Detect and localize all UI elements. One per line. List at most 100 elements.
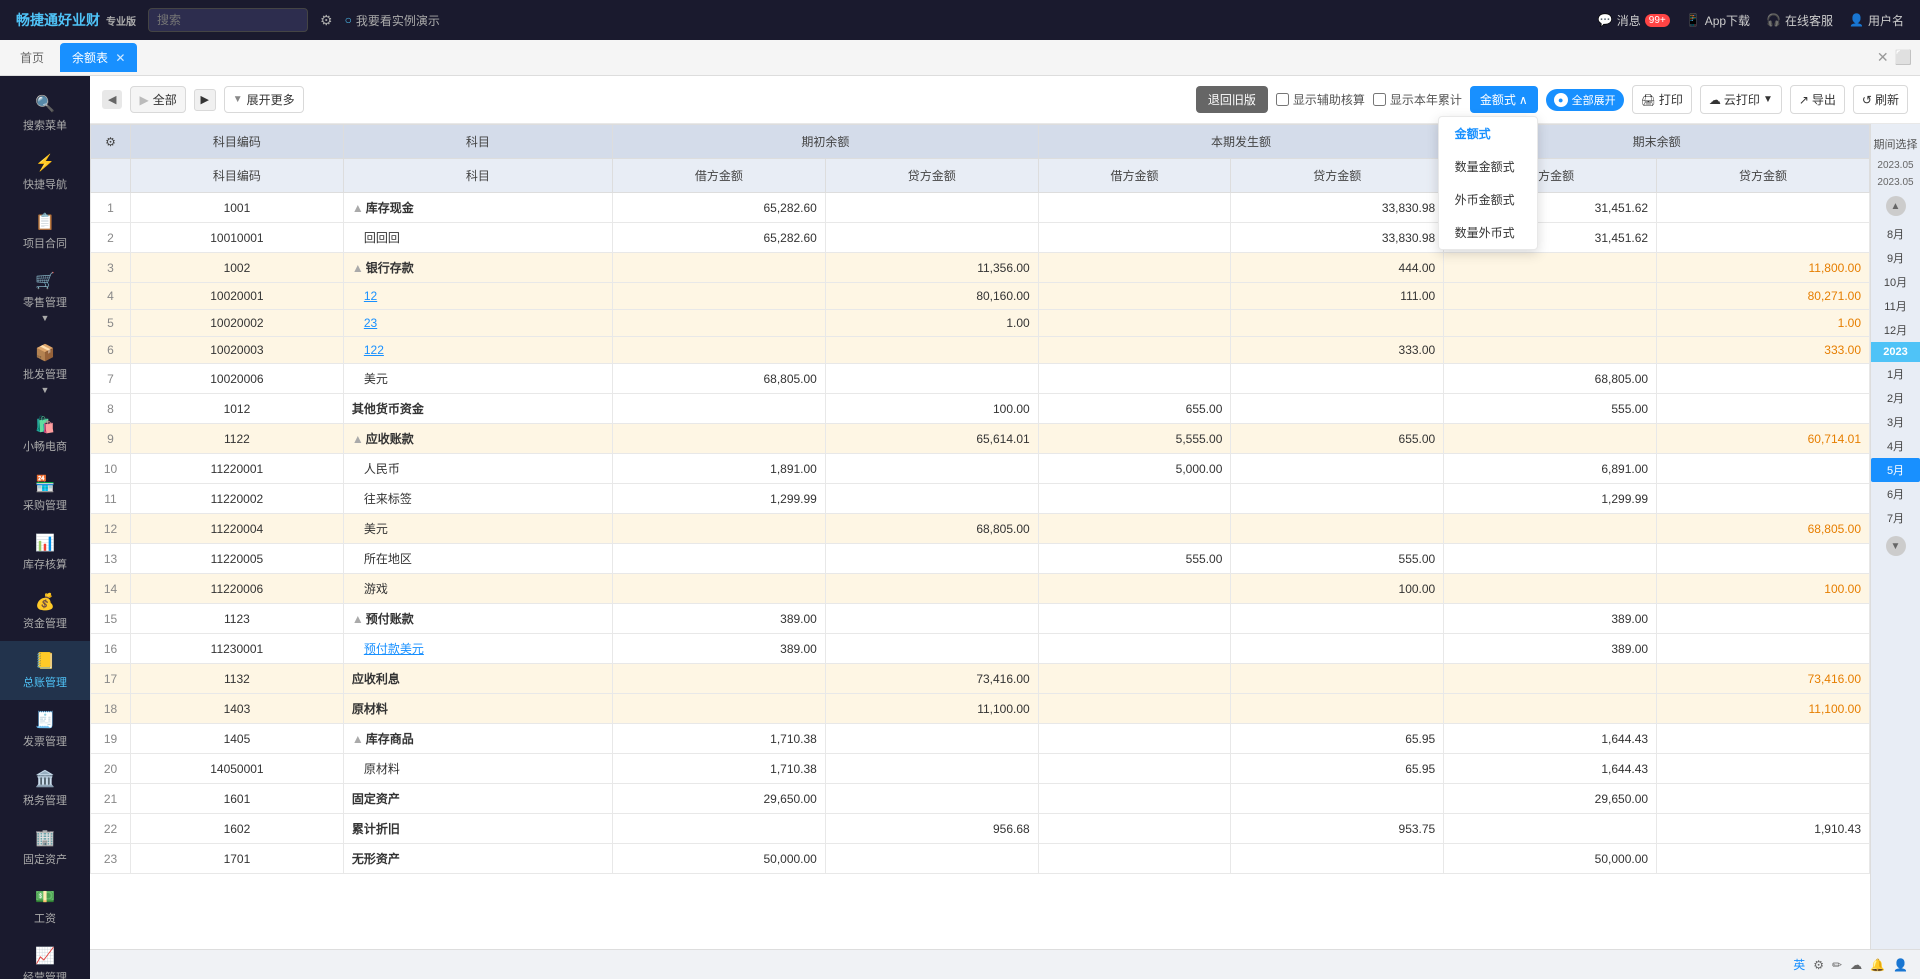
bottom-edit-icon[interactable]: ✏ xyxy=(1832,958,1842,972)
print-button[interactable]: 🖨 打印 xyxy=(1632,85,1692,114)
month-7[interactable]: 7月 xyxy=(1871,506,1920,530)
table-row: 14 11220006 游戏 100.00 100.00 xyxy=(91,574,1870,604)
demo-link[interactable]: ○ 我要看实例演示 xyxy=(345,12,440,29)
wholesale-icon: 📦 xyxy=(35,343,55,363)
sidebar-item-quick-nav[interactable]: ⚡ 快捷导航 xyxy=(0,143,90,202)
language-button[interactable]: 英 xyxy=(1793,956,1805,973)
month-4[interactable]: 4月 xyxy=(1871,434,1920,458)
mode-option-amount[interactable]: 金额式 xyxy=(1439,117,1537,150)
user-avatar[interactable]: 👤 用户名 xyxy=(1849,12,1904,29)
sidebar-item-wholesale[interactable]: 📦 批发管理 ▼ xyxy=(0,333,90,405)
th-name-sub: 科目 xyxy=(343,159,612,193)
ytd-checkbox-input[interactable] xyxy=(1373,93,1386,106)
tab-close-button[interactable]: ✕ xyxy=(115,51,125,65)
cell-code: 1405 xyxy=(131,724,344,754)
tab-balance-sheet[interactable]: 余额表 ✕ xyxy=(60,43,137,72)
mode-option-foreign-amount[interactable]: 外币金额式 xyxy=(1439,183,1537,216)
cell-curr-credit xyxy=(1231,514,1444,544)
cell-code: 1701 xyxy=(131,844,344,874)
column-settings-icon[interactable]: ⚙ xyxy=(105,135,116,149)
search-nav-arrow[interactable]: ▶ xyxy=(194,89,216,111)
cell-num: 3 xyxy=(91,253,131,283)
month-12[interactable]: 12月 xyxy=(1871,318,1920,342)
cell-open-credit: 68,805.00 xyxy=(825,514,1038,544)
message-button[interactable]: 💬 消息 99+ xyxy=(1598,12,1670,29)
mode-option-qty-foreign[interactable]: 数量外币式 xyxy=(1439,216,1537,249)
table-row: 3 1002 ▲银行存款 11,356.00 444.00 11,800.00 xyxy=(91,253,1870,283)
month-5[interactable]: 5月 xyxy=(1871,458,1920,482)
show-ytd-checkbox[interactable]: 显示本年累计 xyxy=(1373,91,1462,108)
month-3[interactable]: 3月 xyxy=(1871,410,1920,434)
th-settings[interactable]: ⚙ xyxy=(91,125,131,159)
bottom-cloud-icon[interactable]: ☁ xyxy=(1850,958,1862,972)
sidebar-item-ledger[interactable]: 📒 总账管理 xyxy=(0,641,90,700)
sidebar-item-fixed-assets[interactable]: 🏢 固定资产 xyxy=(0,818,90,877)
sidebar-item-purchase[interactable]: 🏪 采购管理 xyxy=(0,464,90,523)
month-2[interactable]: 2月 xyxy=(1871,386,1920,410)
table-row: 9 1122 ▲应收账款 65,614.01 5,555.00 655.00 6… xyxy=(91,424,1870,454)
cell-name[interactable]: 12 xyxy=(343,283,612,310)
cell-name[interactable]: 122 xyxy=(343,337,612,364)
cell-open-credit xyxy=(825,484,1038,514)
mode-button[interactable]: 金额式 ∧ xyxy=(1470,86,1538,113)
bottom-settings-icon[interactable]: ⚙ xyxy=(1813,958,1824,972)
balance-table: ⚙ 科目编码 科目 期初余额 本期发生额 期末余额 科目编码 科目 借方金额 xyxy=(90,124,1870,874)
show-auxiliary-checkbox[interactable]: 显示辅助核算 xyxy=(1276,91,1365,108)
return-old-version-button[interactable]: 退回旧版 xyxy=(1196,86,1268,113)
table-row: 22 1602 累计折旧 956.68 953.75 1,910.43 xyxy=(91,814,1870,844)
sidebar-item-finance[interactable]: 💰 资金管理 xyxy=(0,582,90,641)
period-up-arrow[interactable]: ▲ xyxy=(1886,196,1906,216)
cell-name[interactable]: 预付款美元 xyxy=(343,634,612,664)
main-layout: 🔍 搜索菜单 ⚡ 快捷导航 📋 项目合同 🛒 零售管理 ▼ 📦 批发管理 ▼ 🛍… xyxy=(0,76,1920,979)
sidebar-item-search[interactable]: 🔍 搜索菜单 xyxy=(0,84,90,143)
bottom-user-icon[interactable]: 👤 xyxy=(1893,958,1908,972)
maximize-icon[interactable]: ⬜ xyxy=(1895,49,1912,66)
cell-open-debit xyxy=(613,664,826,694)
export-button[interactable]: ↗ 导出 xyxy=(1790,85,1845,114)
auxiliary-checkbox-input[interactable] xyxy=(1276,93,1289,106)
close-window-icon[interactable]: ✕ xyxy=(1877,49,1889,66)
back-arrow-button[interactable]: ◀ xyxy=(102,90,122,109)
bottom-alert-icon[interactable]: 🔔 xyxy=(1870,958,1885,972)
sidebar-item-ecommerce[interactable]: 🛍️ 小畅电商 xyxy=(0,405,90,464)
cell-name[interactable]: 23 xyxy=(343,310,612,337)
mode-option-qty-amount[interactable]: 数量金额式 xyxy=(1439,150,1537,183)
cloud-print-button[interactable]: ☁ 云打印 ▼ xyxy=(1700,85,1782,114)
table-row: 5 10020002 23 1.00 1.00 xyxy=(91,310,1870,337)
top-bar-right: 💬 消息 99+ 📱 App下载 🎧 在线客服 👤 用户名 xyxy=(1598,12,1904,29)
month-9[interactable]: 9月 xyxy=(1871,246,1920,270)
month-6[interactable]: 6月 xyxy=(1871,482,1920,506)
month-8[interactable]: 8月 xyxy=(1871,222,1920,246)
app-name: 畅捷通好业财 xyxy=(16,10,100,30)
cell-num: 17 xyxy=(91,664,131,694)
refresh-icon: ↺ xyxy=(1862,93,1872,107)
cell-close-debit xyxy=(1444,310,1657,337)
tab-home[interactable]: 首页 xyxy=(8,43,56,72)
refresh-button[interactable]: ↺ 刷新 xyxy=(1853,85,1908,114)
sidebar-item-operations[interactable]: 📈 经营管理 xyxy=(0,936,90,979)
month-1[interactable]: 1月 xyxy=(1871,362,1920,386)
top-bar-search-input[interactable] xyxy=(148,8,308,32)
month-11[interactable]: 11月 xyxy=(1871,294,1920,318)
th-close-credit: 贷方金额 xyxy=(1657,159,1870,193)
sidebar-item-tax[interactable]: 🏛️ 税务管理 xyxy=(0,759,90,818)
sidebar-item-retail[interactable]: 🛒 零售管理 ▼ xyxy=(0,261,90,333)
expand-more-button[interactable]: ▼ 展开更多 xyxy=(224,86,304,113)
settings-icon[interactable]: ⚙ xyxy=(320,12,333,29)
cell-curr-debit: 555.00 xyxy=(1038,544,1231,574)
cell-open-credit: 1.00 xyxy=(825,310,1038,337)
cell-num: 23 xyxy=(91,844,131,874)
cell-curr-credit xyxy=(1231,784,1444,814)
month-10[interactable]: 10月 xyxy=(1871,270,1920,294)
cell-num: 6 xyxy=(91,337,131,364)
online-service-button[interactable]: 🎧 在线客服 xyxy=(1766,12,1833,29)
sidebar-item-invoice[interactable]: 🧾 发票管理 xyxy=(0,700,90,759)
period-down-arrow[interactable]: ▼ xyxy=(1886,536,1906,556)
expand-all-toggle[interactable]: ● 全部展开 xyxy=(1546,89,1624,111)
cell-close-credit xyxy=(1657,193,1870,223)
sidebar-item-project[interactable]: 📋 项目合同 xyxy=(0,202,90,261)
sidebar-item-salary[interactable]: 💵 工资 xyxy=(0,877,90,936)
cell-open-credit xyxy=(825,634,1038,664)
sidebar-item-inventory[interactable]: 📊 库存核算 xyxy=(0,523,90,582)
app-download-button[interactable]: 📱 App下载 xyxy=(1686,12,1750,29)
